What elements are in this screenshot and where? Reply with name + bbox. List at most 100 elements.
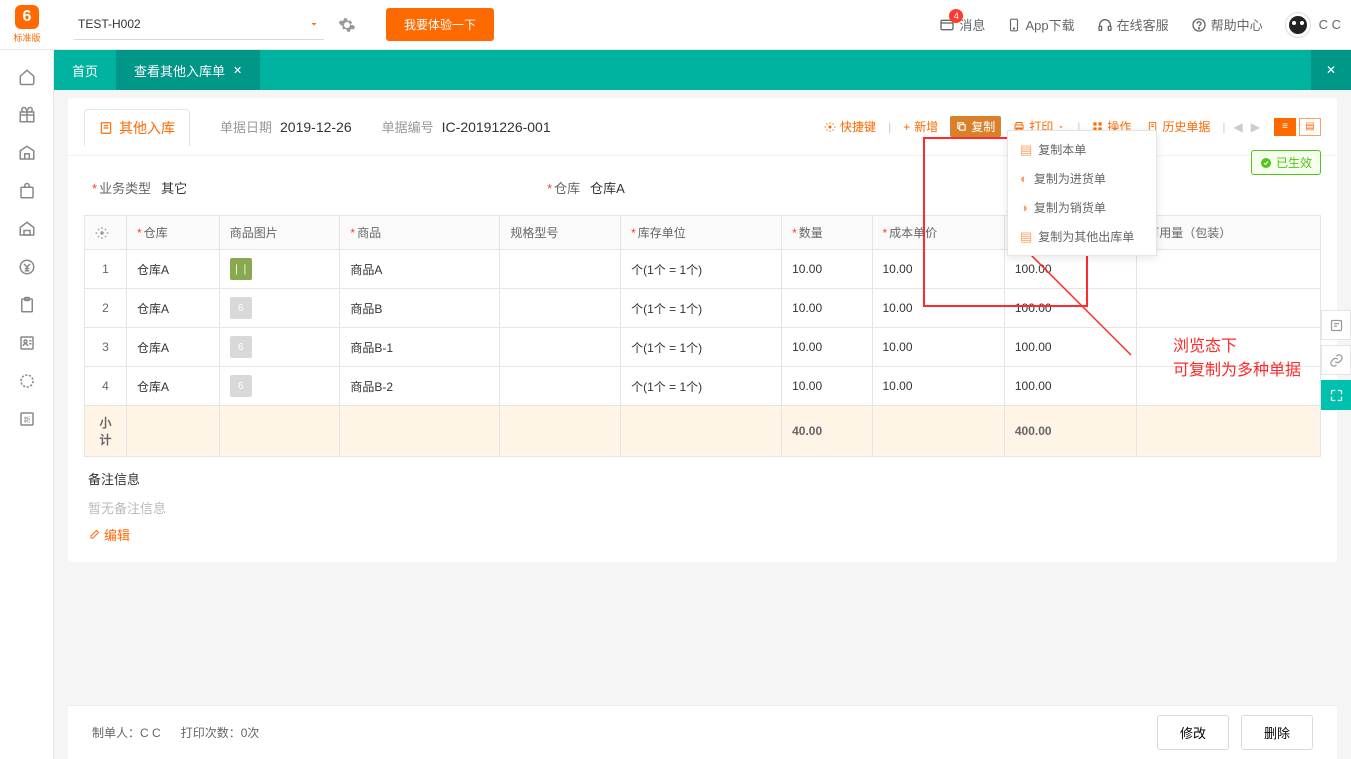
headset-icon [1097, 17, 1113, 33]
row-product: 商品A [340, 250, 500, 289]
shortcut-button[interactable]: 快捷键 [820, 116, 880, 137]
doc-type-tab[interactable]: 其他入库 [84, 109, 190, 146]
float-note-icon[interactable] [1321, 310, 1351, 340]
online-service-link[interactable]: 在线客服 [1097, 15, 1169, 34]
row-image: ❘❘ [219, 250, 340, 289]
doc-icon: ▤ [1020, 229, 1032, 245]
remark-title: 备注信息 [88, 469, 1317, 488]
row-qty: 10.00 [782, 289, 872, 328]
in-icon: ◐ [1020, 171, 1028, 186]
logo[interactable]: 6 标准版 [0, 0, 54, 50]
chevron-left-icon[interactable]: ◀ [1234, 120, 1243, 134]
col-qty: 数量 [782, 216, 872, 250]
doc-icon [99, 121, 113, 135]
col-settings[interactable] [85, 216, 127, 250]
nav-warehouse-icon[interactable] [0, 210, 53, 248]
edit-remark-button[interactable]: 编辑 [88, 525, 1317, 544]
row-spec [500, 250, 621, 289]
print-count-value: 0次 [241, 724, 260, 741]
nav-home-icon[interactable] [0, 58, 53, 96]
row-product: 商品B [340, 289, 500, 328]
row-image: 6 [219, 328, 340, 367]
tab-view-other-inbound[interactable]: 查看其他入库单 ✕ [116, 50, 260, 90]
copy-as-sales-item[interactable]: ◑复制为销货单 [1008, 193, 1156, 222]
float-link-icon[interactable] [1321, 345, 1351, 375]
app-download-link[interactable]: App下载 [1007, 15, 1074, 34]
row-warehouse: 仓库A [127, 367, 220, 406]
row-available [1137, 289, 1321, 328]
svg-text:新: 新 [23, 415, 30, 424]
nav-new-icon[interactable]: 新 [0, 400, 53, 438]
messages-link[interactable]: 消息 4 [939, 15, 985, 34]
table-row[interactable]: 3仓库A6商品B-1个(1个 = 1个)10.0010.00100.00 [85, 328, 1321, 367]
copy-icon [956, 121, 967, 132]
copy-button[interactable]: 复制 [950, 116, 1001, 137]
row-qty: 10.00 [782, 250, 872, 289]
copy-current-item[interactable]: ▤复制本单 [1008, 135, 1156, 164]
help-center-link[interactable]: 帮助中心 [1191, 15, 1263, 34]
view-card-button[interactable]: ▤ [1299, 118, 1321, 136]
nav-gift-icon[interactable] [0, 96, 53, 134]
row-amount: 100.00 [1004, 328, 1136, 367]
row-spec [500, 367, 621, 406]
row-index: 3 [85, 328, 127, 367]
creator-label: 制单人： [92, 724, 140, 741]
row-image: 6 [219, 367, 340, 406]
row-price: 10.00 [872, 328, 1004, 367]
col-warehouse: 仓库 [127, 216, 220, 250]
warehouse-value: 仓库A [590, 178, 625, 197]
check-icon [1260, 157, 1272, 169]
add-button[interactable]: + 新增 [899, 116, 942, 137]
row-spec [500, 289, 621, 328]
delete-button[interactable]: 删除 [1241, 715, 1313, 750]
copy-as-other-out-item[interactable]: ▤复制为其他出库单 [1008, 222, 1156, 251]
row-unit: 个(1个 = 1个) [621, 250, 782, 289]
nav-contact-icon[interactable] [0, 324, 53, 362]
plus-icon: + [903, 120, 910, 134]
row-warehouse: 仓库A [127, 250, 220, 289]
nav-stock-icon[interactable] [0, 134, 53, 172]
view-list-button[interactable]: ≡ [1274, 118, 1296, 136]
logo-label: 标准版 [13, 31, 40, 44]
row-available [1137, 328, 1321, 367]
nav-refresh-icon[interactable] [0, 362, 53, 400]
col-available: 可用量（包装） [1137, 216, 1321, 250]
row-qty: 10.00 [782, 328, 872, 367]
status-badge: 已生效 [1251, 150, 1321, 175]
chevron-right-icon[interactable]: ▶ [1251, 120, 1260, 134]
biz-type-value: 其它 [161, 178, 187, 197]
remark-empty: 暂无备注信息 [88, 498, 1317, 517]
copy-as-purchase-item[interactable]: ◐复制为进货单 [1008, 164, 1156, 193]
settings-icon[interactable] [338, 16, 356, 34]
tabs-close-all[interactable]: ✕ [1311, 50, 1351, 90]
nav-money-icon[interactable] [0, 248, 53, 286]
out-icon: ◑ [1020, 200, 1028, 215]
help-icon [1191, 17, 1207, 33]
chevron-down-icon [308, 18, 320, 30]
phone-icon [1007, 17, 1021, 33]
nav-bag-icon[interactable] [0, 172, 53, 210]
doc-icon: ▤ [1020, 142, 1032, 158]
row-qty: 10.00 [782, 367, 872, 406]
row-warehouse: 仓库A [127, 289, 220, 328]
tab-home[interactable]: 首页 [54, 50, 116, 90]
float-expand-icon[interactable] [1321, 380, 1351, 410]
col-image: 商品图片 [219, 216, 340, 250]
close-icon[interactable]: ✕ [233, 64, 242, 77]
table-row[interactable]: 2仓库A6商品B个(1个 = 1个)10.0010.00100.00 [85, 289, 1321, 328]
gear-icon [824, 121, 836, 133]
trial-button[interactable]: 我要体验一下 [386, 8, 494, 41]
nav-clipboard-icon[interactable] [0, 286, 53, 324]
avatar [1285, 12, 1311, 38]
user-menu[interactable]: C C [1285, 12, 1341, 38]
company-select[interactable]: TEST-H002 [74, 10, 324, 40]
row-product: 商品B-2 [340, 367, 500, 406]
row-warehouse: 仓库A [127, 328, 220, 367]
table-row[interactable]: 4仓库A6商品B-2个(1个 = 1个)10.0010.00100.00 [85, 367, 1321, 406]
col-unit: 库存单位 [621, 216, 782, 250]
row-available [1137, 250, 1321, 289]
biz-type-label: 业务类型 [99, 181, 151, 196]
date-value: 2019-12-26 [280, 119, 352, 135]
col-price: 成本单价 [872, 216, 1004, 250]
modify-button[interactable]: 修改 [1157, 715, 1229, 750]
